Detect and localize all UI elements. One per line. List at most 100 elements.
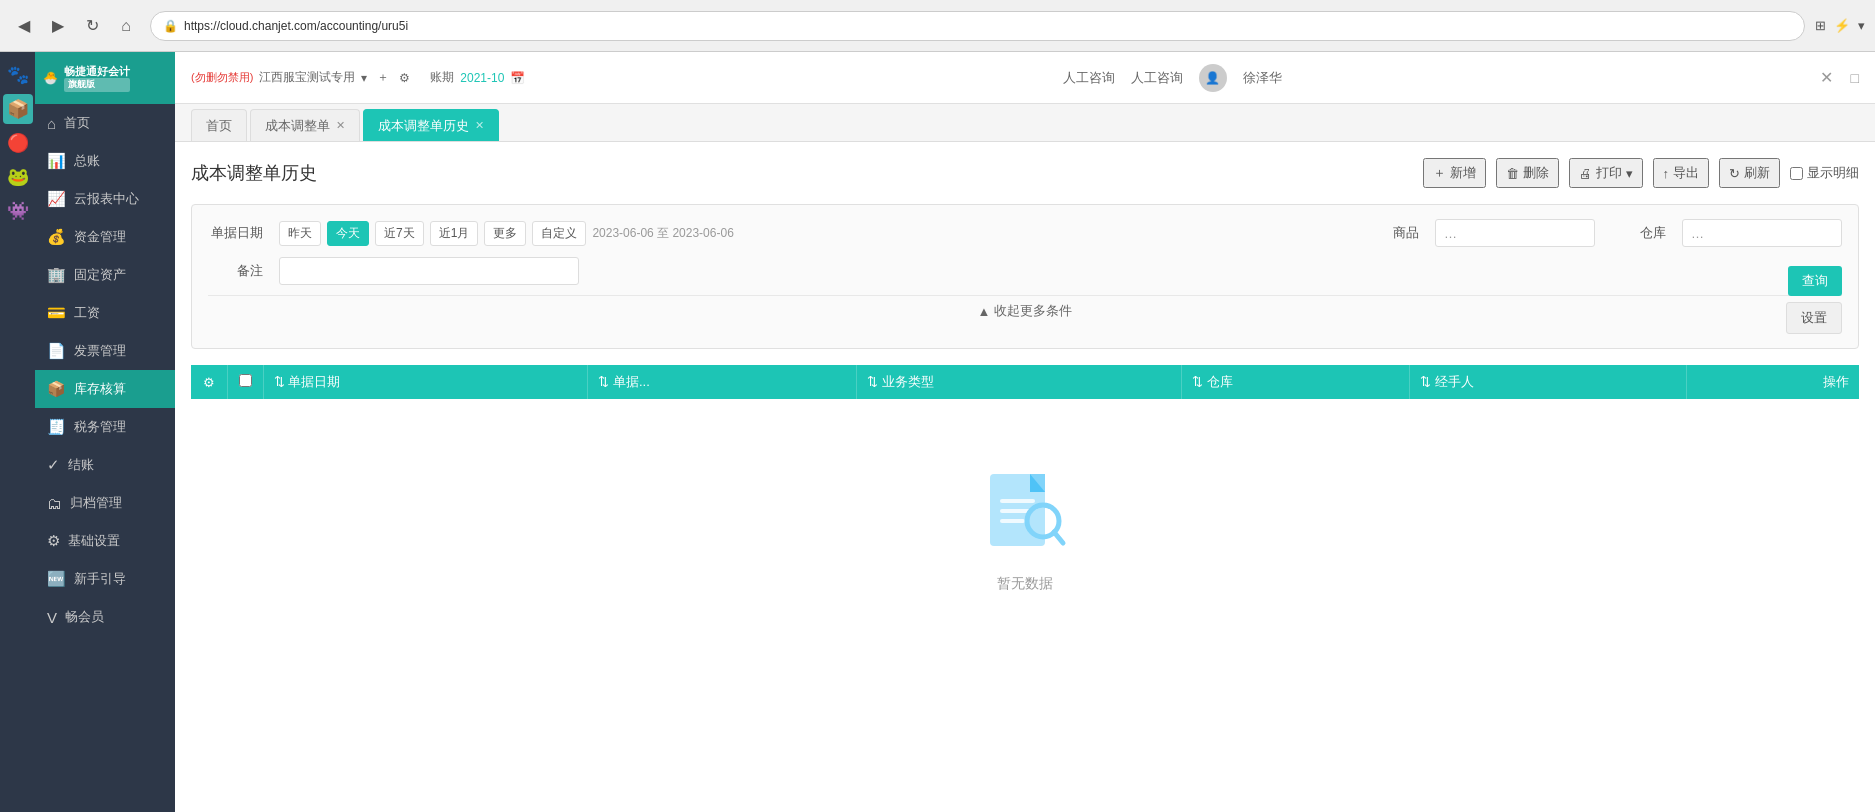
icon-bar-item2[interactable]: 🐸 xyxy=(3,162,33,192)
filter-row-date: 单据日期 昨天 今天 近7天 近1月 更多 自定义 2023-06-06 至 2… xyxy=(208,219,1842,247)
filter-area: 单据日期 昨天 今天 近7天 近1月 更多 自定义 2023-06-06 至 2… xyxy=(191,204,1859,349)
help-link[interactable]: 人工咨询 xyxy=(1063,69,1115,87)
sidebar-item-guide[interactable]: 🆕 新手引导 xyxy=(35,560,175,598)
display-cols-input[interactable] xyxy=(1790,167,1803,180)
calendar-icon[interactable]: 📅 xyxy=(510,71,525,85)
delete-button[interactable]: 🗑 删除 xyxy=(1496,158,1559,188)
display-cols-checkbox[interactable]: 显示明细 xyxy=(1790,164,1859,182)
col-settings[interactable]: ⚙ xyxy=(191,365,227,399)
company-selector[interactable]: (勿删勿禁用) 江西服宝测试专用 ▾ ＋ ⚙ xyxy=(191,69,410,86)
period-label: 账期 xyxy=(430,69,454,86)
sidebar-item-tax[interactable]: 🧾 税务管理 xyxy=(35,408,175,446)
address-bar[interactable]: 🔒 https://cloud.chanjet.com/accounting/u… xyxy=(150,11,1805,41)
col-checkbox[interactable] xyxy=(227,365,263,399)
icon-bar: 🐾 📦 🔴 🐸 👾 xyxy=(0,52,35,812)
tab-cost-adjust-close[interactable]: ✕ xyxy=(336,119,345,132)
assets-icon: 🏢 xyxy=(47,266,66,284)
goods-filter-label: 商品 xyxy=(1364,224,1419,242)
col-warehouse[interactable]: ⇅ 仓库 xyxy=(1181,365,1409,399)
main-content: (勿删勿禁用) 江西服宝测试专用 ▾ ＋ ⚙ 账期 2021-10 📅 人工咨询… xyxy=(175,52,1875,812)
date-btn-yesterday[interactable]: 昨天 xyxy=(279,221,321,246)
page-title-bar: 成本调整单历史 ＋ + 新增 新增 🗑 删除 🖨 打印 ▾ xyxy=(191,158,1859,188)
sidebar-item-cloud-report[interactable]: 📈 云报表中心 xyxy=(35,180,175,218)
no-data-illustration xyxy=(975,459,1075,559)
icon-bar-active[interactable]: 📦 xyxy=(3,94,33,124)
edition-badge: 旗舰版 xyxy=(64,78,130,92)
date-range-display: 2023-06-06 至 2023-06-06 xyxy=(592,225,733,242)
table-header: ⚙ ⇅ 单据日期 ⇅ 单据... ⇅ 业务类型 xyxy=(191,365,1859,399)
add-company-icon[interactable]: ＋ xyxy=(377,69,389,86)
sidebar-item-ledger[interactable]: 📊 总账 xyxy=(35,142,175,180)
query-button[interactable]: 查询 xyxy=(1788,266,1842,296)
date-btn-today[interactable]: 今天 xyxy=(327,221,369,246)
sidebar-item-salary[interactable]: 💳 工资 xyxy=(35,294,175,332)
col-date[interactable]: ⇅ 单据日期 xyxy=(263,365,588,399)
back-button[interactable]: ◀ xyxy=(10,12,38,40)
sidebar-item-finance[interactable]: 💰 资金管理 xyxy=(35,218,175,256)
goods-placeholder: … xyxy=(1444,226,1457,241)
svg-rect-4 xyxy=(1000,509,1030,513)
sidebar-label-tax: 税务管理 xyxy=(74,418,126,436)
empty-state: 暂无数据 xyxy=(191,399,1859,653)
sidebar-item-settings[interactable]: ⚙ 基础设置 xyxy=(35,522,175,560)
warehouse-placeholder: … xyxy=(1691,226,1704,241)
date-btn-custom[interactable]: 自定义 xyxy=(532,221,586,246)
salary-icon: 💳 xyxy=(47,304,66,322)
user-name[interactable]: 徐泽华 xyxy=(1243,69,1282,87)
date-btn-7days[interactable]: 近7天 xyxy=(375,221,424,246)
warehouse-filter-label: 仓库 xyxy=(1611,224,1666,242)
manage-company-icon[interactable]: ⚙ xyxy=(399,71,410,85)
settings-button[interactable]: 设置 xyxy=(1786,302,1842,334)
sidebar-item-home[interactable]: ⌂ 首页 xyxy=(35,104,175,142)
col-handler[interactable]: ⇅ 经手人 xyxy=(1410,365,1687,399)
col-number[interactable]: ⇅ 单据... xyxy=(588,365,857,399)
forward-button[interactable]: ▶ xyxy=(44,12,72,40)
window-min-button[interactable]: □ xyxy=(1851,70,1859,86)
sort-icon-number: ⇅ xyxy=(598,374,609,389)
select-all-checkbox[interactable] xyxy=(239,374,252,387)
cloud-report-icon: 📈 xyxy=(47,190,66,208)
home-button[interactable]: ⌂ xyxy=(112,12,140,40)
date-filter-label: 单据日期 xyxy=(208,224,263,242)
tab-cost-adjust[interactable]: 成本调整单 ✕ xyxy=(250,109,360,141)
export-button[interactable]: ↑ 导出 xyxy=(1653,158,1710,188)
date-btn-1month[interactable]: 近1月 xyxy=(430,221,479,246)
lock-icon: 🔒 xyxy=(163,19,178,33)
tab-cost-adjust-label: 成本调整单 xyxy=(265,117,330,135)
print-button[interactable]: 🖨 打印 ▾ xyxy=(1569,158,1643,188)
sort-icon-handler: ⇅ xyxy=(1420,374,1431,389)
date-btn-more[interactable]: 更多 xyxy=(484,221,526,246)
col-business-type[interactable]: ⇅ 业务类型 xyxy=(857,365,1182,399)
sidebar-item-close-account[interactable]: ✓ 结账 xyxy=(35,446,175,484)
user-avatar[interactable]: 👤 xyxy=(1199,64,1227,92)
refresh-button[interactable]: ↻ xyxy=(78,12,106,40)
window-close-button[interactable]: ✕ xyxy=(1820,68,1833,87)
export-icon: ↑ xyxy=(1663,166,1670,181)
sidebar-item-invoice[interactable]: 📄 发票管理 xyxy=(35,332,175,370)
ledger-icon: 📊 xyxy=(47,152,66,170)
col-actions: 操作 xyxy=(1687,365,1859,399)
sidebar-label-invoice: 发票管理 xyxy=(74,342,126,360)
sidebar-label-inventory: 库存核算 xyxy=(74,380,126,398)
tab-cost-adjust-history-close[interactable]: ✕ xyxy=(475,119,484,132)
new-button[interactable]: ＋ + 新增 新增 xyxy=(1423,158,1486,188)
sidebar-label-home: 首页 xyxy=(64,114,90,132)
help-label-text[interactable]: 人工咨询 xyxy=(1131,69,1183,87)
sidebar-item-vip[interactable]: V 畅会员 xyxy=(35,598,175,636)
icon-bar-item1[interactable]: 🔴 xyxy=(3,128,33,158)
sidebar-label-guide: 新手引导 xyxy=(74,570,126,588)
sidebar-item-inventory[interactable]: 📦 库存核算 xyxy=(35,370,175,408)
tab-cost-adjust-history[interactable]: 成本调整单历史 ✕ xyxy=(363,109,499,141)
sidebar-label-vip: 畅会员 xyxy=(65,608,104,626)
warehouse-select-button[interactable]: … xyxy=(1682,219,1842,247)
refresh-button[interactable]: ↻ 刷新 xyxy=(1719,158,1780,188)
sidebar-item-archive[interactable]: 🗂 归档管理 xyxy=(35,484,175,522)
extensions-icon: ⊞ xyxy=(1815,18,1826,33)
vip-icon: V xyxy=(47,609,57,626)
top-bar: (勿删勿禁用) 江西服宝测试专用 ▾ ＋ ⚙ 账期 2021-10 📅 人工咨询… xyxy=(175,52,1875,104)
tab-home[interactable]: 首页 xyxy=(191,109,247,141)
date-filter-group: 昨天 今天 近7天 近1月 更多 自定义 2023-06-06 至 2023-0… xyxy=(279,221,734,246)
sidebar-item-assets[interactable]: 🏢 固定资产 xyxy=(35,256,175,294)
icon-bar-item3[interactable]: 👾 xyxy=(3,196,33,226)
goods-select-button[interactable]: … xyxy=(1435,219,1595,247)
